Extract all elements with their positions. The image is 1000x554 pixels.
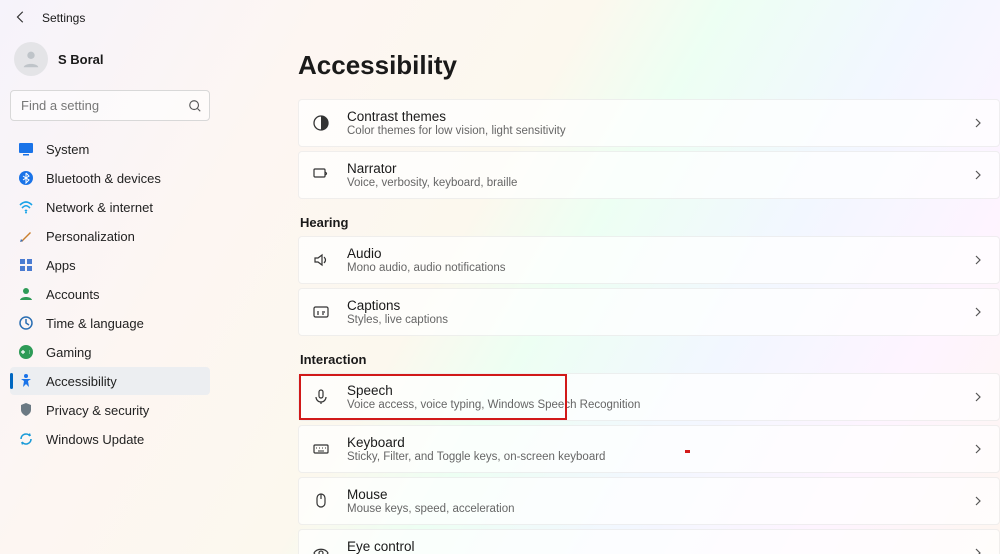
nav-item-accessibility[interactable]: Accessibility [10, 367, 210, 395]
contrast-icon [311, 113, 331, 133]
card-subtitle: Sticky, Filter, and Toggle keys, on-scre… [347, 451, 957, 463]
nav-label: Network & internet [46, 200, 153, 215]
card-title: Speech [347, 383, 957, 398]
nav-item-update[interactable]: Windows Update [10, 425, 210, 453]
avatar [14, 42, 48, 76]
nav-label: Gaming [46, 345, 92, 360]
card-subtitle: Mouse keys, speed, acceleration [347, 503, 957, 515]
section-interaction: Interaction [300, 352, 1000, 367]
card-title: Audio [347, 246, 957, 261]
wifi-icon [18, 199, 34, 215]
mouse-icon [311, 491, 331, 511]
person-icon [20, 48, 42, 70]
microphone-icon [311, 387, 331, 407]
update-icon [18, 431, 34, 447]
nav-label: System [46, 142, 89, 157]
eye-icon [311, 543, 331, 554]
nav-item-personalization[interactable]: Personalization [10, 222, 210, 250]
nav-label: Time & language [46, 316, 144, 331]
search-box[interactable] [10, 90, 210, 121]
chevron-right-icon [973, 548, 983, 554]
search-input[interactable] [10, 90, 210, 121]
nav-list: System Bluetooth & devices Network & int… [10, 135, 210, 453]
card-mouse[interactable]: Mouse Mouse keys, speed, acceleration [298, 477, 1000, 525]
nav-item-system[interactable]: System [10, 135, 210, 163]
title-bar: Settings [0, 0, 1000, 32]
chevron-right-icon [973, 118, 983, 128]
card-title: Captions [347, 298, 957, 313]
nav-label: Personalization [46, 229, 135, 244]
shield-icon [18, 402, 34, 418]
main-content: Accessibility Contrast themes Color them… [220, 32, 1000, 554]
user-name: S Boral [58, 52, 104, 67]
nav-item-gaming[interactable]: Gaming [10, 338, 210, 366]
card-title: Eye control [347, 539, 957, 554]
sidebar: S Boral System Bluetooth & devices Netwo… [0, 32, 220, 554]
app-title: Settings [42, 11, 85, 25]
nav-label: Accounts [46, 287, 99, 302]
nav-label: Bluetooth & devices [46, 171, 161, 186]
accessibility-icon [18, 373, 34, 389]
arrow-left-icon [14, 10, 28, 24]
account-tile[interactable]: S Boral [10, 38, 210, 90]
nav-label: Windows Update [46, 432, 144, 447]
card-captions[interactable]: Captions Styles, live captions [298, 288, 1000, 336]
brush-icon [18, 228, 34, 244]
apps-icon [18, 257, 34, 273]
keyboard-icon [311, 439, 331, 459]
card-subtitle: Voice, verbosity, keyboard, braille [347, 177, 957, 189]
page-title: Accessibility [298, 50, 1000, 81]
card-subtitle: Styles, live captions [347, 314, 957, 326]
card-subtitle: Voice access, voice typing, Windows Spee… [347, 399, 957, 411]
nav-label: Accessibility [46, 374, 117, 389]
card-keyboard[interactable]: Keyboard Sticky, Filter, and Toggle keys… [298, 425, 1000, 473]
nav-item-network[interactable]: Network & internet [10, 193, 210, 221]
card-title: Keyboard [347, 435, 957, 450]
nav-item-time[interactable]: Time & language [10, 309, 210, 337]
card-subtitle: Color themes for low vision, light sensi… [347, 125, 957, 137]
card-contrast-themes[interactable]: Contrast themes Color themes for low vis… [298, 99, 1000, 147]
card-title: Mouse [347, 487, 957, 502]
chevron-right-icon [973, 170, 983, 180]
card-subtitle: Mono audio, audio notifications [347, 262, 957, 274]
card-eye-control[interactable]: Eye control Eye tracker, text-to-speech [298, 529, 1000, 554]
card-narrator[interactable]: Narrator Voice, verbosity, keyboard, bra… [298, 151, 1000, 199]
chevron-right-icon [973, 496, 983, 506]
section-hearing: Hearing [300, 215, 1000, 230]
chevron-right-icon [973, 307, 983, 317]
card-speech[interactable]: Speech Voice access, voice typing, Windo… [298, 373, 1000, 421]
card-title: Narrator [347, 161, 957, 176]
chevron-right-icon [973, 444, 983, 454]
search-icon [188, 99, 202, 113]
clock-icon [18, 315, 34, 331]
system-icon [18, 141, 34, 157]
nav-item-privacy[interactable]: Privacy & security [10, 396, 210, 424]
narrator-icon [311, 165, 331, 185]
nav-item-apps[interactable]: Apps [10, 251, 210, 279]
card-title: Contrast themes [347, 109, 957, 124]
nav-item-bluetooth[interactable]: Bluetooth & devices [10, 164, 210, 192]
card-audio[interactable]: Audio Mono audio, audio notifications [298, 236, 1000, 284]
nav-label: Privacy & security [46, 403, 149, 418]
captions-icon [311, 302, 331, 322]
chevron-right-icon [973, 392, 983, 402]
bluetooth-icon [18, 170, 34, 186]
gaming-icon [18, 344, 34, 360]
artifact-dot [685, 450, 690, 453]
accounts-icon [18, 286, 34, 302]
audio-icon [311, 250, 331, 270]
chevron-right-icon [973, 255, 983, 265]
back-button[interactable] [14, 10, 28, 27]
nav-item-accounts[interactable]: Accounts [10, 280, 210, 308]
nav-label: Apps [46, 258, 76, 273]
